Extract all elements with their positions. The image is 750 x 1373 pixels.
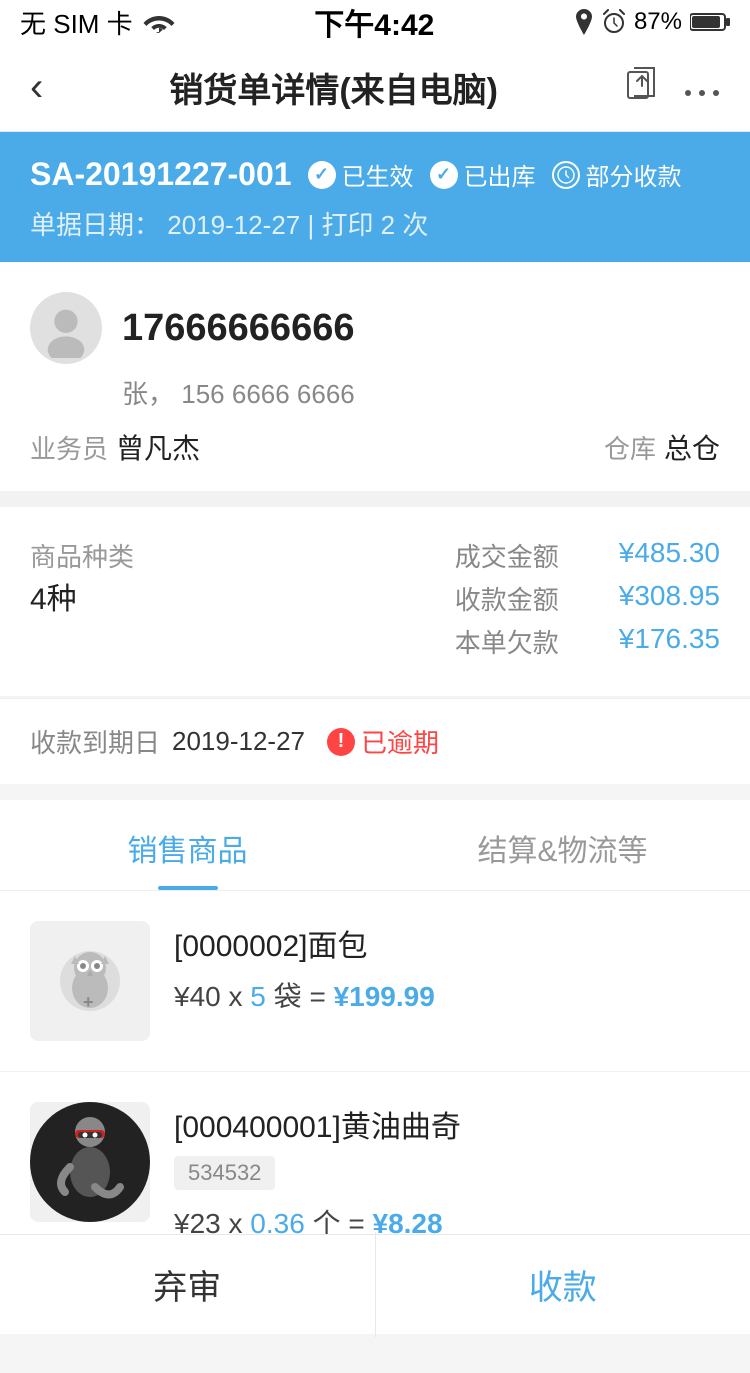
salesperson-item: 业务员 曾凡杰 <box>30 427 200 467</box>
reject-button[interactable]: 弃审 <box>0 1232 376 1337</box>
product-name-bread: [0000002]面包 <box>174 921 720 965</box>
check-icon-effective: ✓ <box>308 161 336 189</box>
status-time: 下午4:42 <box>314 0 434 44</box>
product-list: + [0000002]面包 ¥40 x 5 袋 = ¥199.99 <box>0 891 750 1273</box>
product-image-cookies <box>30 1102 150 1222</box>
battery-icon <box>690 12 730 32</box>
battery-label: 87% <box>634 8 682 36</box>
customer-name-phone: 张， 156 6666 6666 <box>122 374 720 411</box>
blue-header: SA-20191227-001 ✓ 已生效 ✓ 已出库 部分收款 单据日期： 2… <box>0 132 750 262</box>
carrier-label: 无 SIM 卡 <box>20 4 133 41</box>
cookie-logo-icon <box>30 1102 150 1222</box>
list-item: + [0000002]面包 ¥40 x 5 袋 = ¥199.99 <box>0 891 750 1072</box>
product-type: 商品种类 4种 <box>30 537 134 618</box>
product-sku-badge: 534532 <box>174 1156 275 1190</box>
customer-section: 17666666666 张， 156 6666 6666 业务员 曾凡杰 仓库 … <box>0 262 750 491</box>
customer-phone: 17666666666 <box>122 307 354 350</box>
overdue-badge: ! 已逾期 <box>317 721 449 762</box>
product-price-bread: ¥40 x 5 袋 = ¥199.99 <box>174 975 720 1015</box>
tab-sales-products[interactable]: 销售商品 <box>0 800 375 890</box>
overdue-icon: ! <box>327 728 355 756</box>
more-icon[interactable] <box>684 69 720 106</box>
clock-icon <box>552 161 580 189</box>
tabs-section: 销售商品 结算&物流等 <box>0 800 750 891</box>
status-right: 87% <box>574 8 730 36</box>
bottom-bar: 弃审 收款 <box>0 1234 750 1334</box>
status-effective: ✓ 已生效 <box>308 157 414 192</box>
nav-bar: ‹ 销货单详情(来自电脑) <box>0 44 750 132</box>
product-image-bread: + <box>30 921 150 1041</box>
customer-meta: 业务员 曾凡杰 仓库 总仓 <box>30 427 720 467</box>
collect-button[interactable]: 收款 <box>376 1232 750 1337</box>
customer-avatar <box>30 292 102 364</box>
status-bar: 无 SIM 卡 下午4:42 87% <box>0 0 750 44</box>
status-shipped: ✓ 已出库 <box>430 157 536 192</box>
due-section: 收款到期日 2019-12-27 ! 已逾期 <box>0 698 750 784</box>
check-icon-shipped: ✓ <box>430 161 458 189</box>
nav-actions <box>624 66 720 110</box>
status-partial: 部分收款 <box>552 157 682 192</box>
tab-settlement[interactable]: 结算&物流等 <box>375 800 750 890</box>
page-title: 销货单详情(来自电脑) <box>169 63 498 112</box>
order-id: SA-20191227-001 <box>30 156 292 193</box>
svg-text:+: + <box>83 992 94 1012</box>
back-button[interactable]: ‹ <box>30 65 43 110</box>
product-info-cookies: [000400001]黄油曲奇 534532 ¥23 x 0.36 个 = ¥8… <box>174 1102 720 1242</box>
alarm-icon <box>602 9 626 35</box>
avatar-icon <box>36 298 96 358</box>
order-date-row: 单据日期： 2019-12-27 | 打印 2 次 <box>30 205 720 242</box>
share-icon[interactable] <box>624 66 660 110</box>
location-icon <box>574 9 594 35</box>
owl-placeholder-icon: + <box>45 936 135 1026</box>
product-name-cookies: [000400001]黄油曲奇 <box>174 1102 720 1146</box>
overdue-text: 已逾期 <box>361 723 439 760</box>
warehouse-item: 仓库 总仓 <box>604 427 720 467</box>
product-info-bread: [0000002]面包 ¥40 x 5 袋 = ¥199.99 <box>174 921 720 1015</box>
summary-section: 商品种类 4种 成交金额 ¥485.30 收款金额 ¥308.95 本单欠款 ¥… <box>0 507 750 696</box>
wifi-icon <box>143 11 175 33</box>
status-left: 无 SIM 卡 <box>20 4 175 41</box>
amount-summary: 成交金额 ¥485.30 收款金额 ¥308.95 本单欠款 ¥176.35 <box>455 537 720 666</box>
divider-1 <box>0 491 750 507</box>
